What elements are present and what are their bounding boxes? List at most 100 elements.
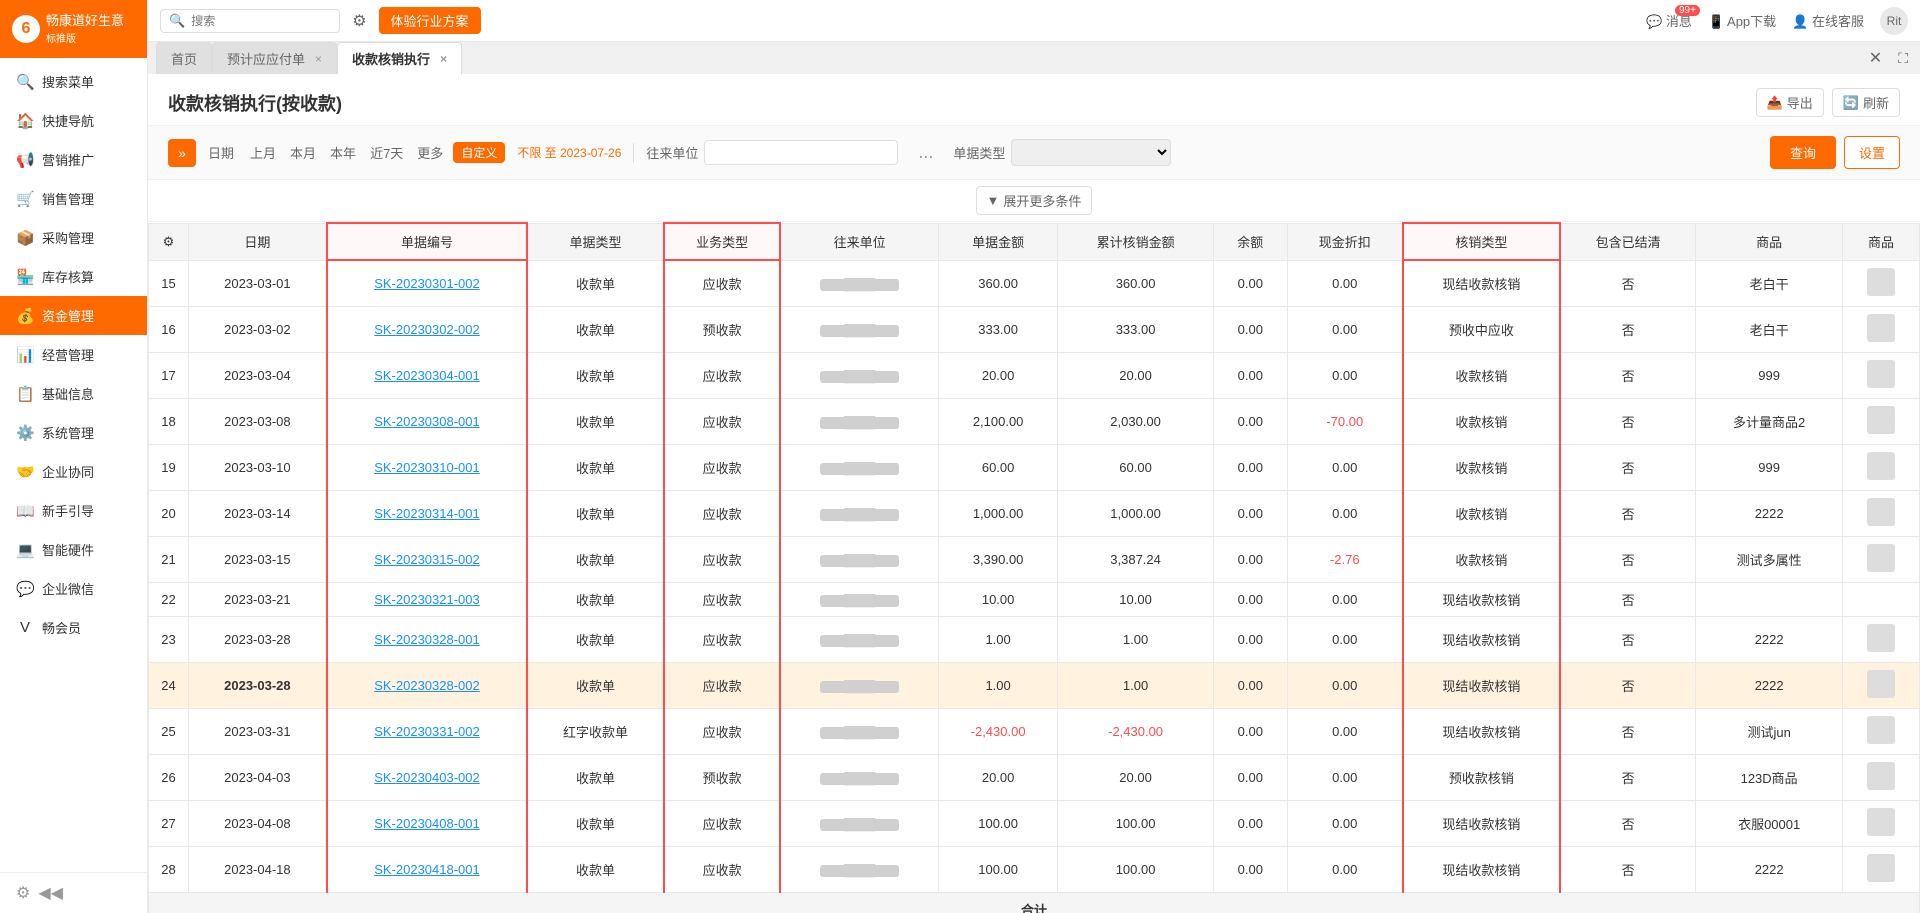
cell-doc-no[interactable]: SK-20230301-002	[327, 260, 527, 306]
cell-doc-no[interactable]: SK-20230331-002	[327, 708, 527, 754]
table-row[interactable]: 282023-04-18SK-20230418-001收款单应收款████100…	[149, 846, 1920, 892]
date-last-month[interactable]: 上月	[246, 141, 280, 164]
table-row[interactable]: 212023-03-15SK-20230315-002收款单应收款████3,3…	[149, 536, 1920, 582]
doc-no-link[interactable]: SK-20230331-002	[374, 724, 480, 739]
table-row[interactable]: 222023-03-21SK-20230321-003收款单应收款████10.…	[149, 582, 1920, 616]
filter-more-dots[interactable]: ...	[910, 142, 941, 163]
close-window-btn[interactable]: ✕	[1861, 48, 1890, 68]
sidebar-item-7[interactable]: 📊经营管理	[0, 335, 147, 374]
doc-no-link[interactable]: SK-20230328-002	[374, 678, 480, 693]
cell-doc-no[interactable]: SK-20230418-001	[327, 846, 527, 892]
expand-btn[interactable]: ▼ 展开更多条件	[976, 186, 1093, 215]
logo-icon: 6	[12, 15, 40, 43]
doc-no-link[interactable]: SK-20230315-002	[374, 552, 480, 567]
search-input[interactable]	[191, 14, 331, 28]
sidebar-item-4[interactable]: 📦采购管理	[0, 218, 147, 257]
doc-no-link[interactable]: SK-20230403-002	[374, 770, 480, 785]
tab-0[interactable]: 首页	[156, 42, 212, 74]
sidebar-item-1[interactable]: 🏠快捷导航	[0, 101, 147, 140]
tab-1[interactable]: 预计应应付单×	[212, 42, 337, 74]
topbar-search[interactable]: 🔍	[160, 9, 340, 33]
doc-no-link[interactable]: SK-20230302-002	[374, 322, 480, 337]
date-custom-btn[interactable]: 自定义	[453, 142, 505, 163]
sidebar-item-13[interactable]: 💬企业微信	[0, 569, 147, 608]
cell-doc-no[interactable]: SK-20230321-003	[327, 582, 527, 616]
app-download-btn[interactable]: 📱 App下载	[1708, 11, 1776, 30]
sidebar-item-11[interactable]: 📖新手引导	[0, 491, 147, 530]
cell-counterparty: ████	[780, 708, 938, 754]
sidebar-item-3[interactable]: 🛒销售管理	[0, 179, 147, 218]
cell-doc-no[interactable]: SK-20230308-001	[327, 398, 527, 444]
doc-no-link[interactable]: SK-20230314-001	[374, 506, 480, 521]
sidebar-item-12[interactable]: 💻智能硬件	[0, 530, 147, 569]
doc-no-link[interactable]: SK-20230321-003	[374, 592, 480, 607]
cell-doc-type: 收款单	[527, 754, 664, 800]
table-row[interactable]: 242023-03-28SK-20230328-002收款单应收款████1.0…	[149, 662, 1920, 708]
table-row[interactable]: 172023-03-04SK-20230304-001收款单应收款████20.…	[149, 352, 1920, 398]
sidebar-item-14[interactable]: V畅会员	[0, 608, 147, 647]
sidebar-item-9[interactable]: ⚙️系统管理	[0, 413, 147, 452]
date-this-month[interactable]: 本月	[286, 141, 320, 164]
tab-close-2[interactable]: ×	[440, 52, 447, 66]
table-row[interactable]: 262023-04-03SK-20230403-002收款单预收款████20.…	[149, 754, 1920, 800]
doc-no-link[interactable]: SK-20230308-001	[374, 414, 480, 429]
doc-no-link[interactable]: SK-20230408-001	[374, 816, 480, 831]
cell-doc-no[interactable]: SK-20230315-002	[327, 536, 527, 582]
cell-row-no: 21	[149, 536, 189, 582]
table-row[interactable]: 272023-04-08SK-20230408-001收款单应收款████100…	[149, 800, 1920, 846]
cell-doc-no[interactable]: SK-20230310-001	[327, 444, 527, 490]
sidebar-item-0[interactable]: 🔍搜索菜单	[0, 62, 147, 101]
table-settings-icon[interactable]: ⚙	[163, 234, 175, 249]
user-avatar[interactable]: Rit	[1880, 7, 1908, 35]
date-last-7days[interactable]: 近7天	[366, 141, 407, 164]
counterparty-input[interactable]	[704, 140, 898, 165]
industry-btn[interactable]: 体验行业方案	[379, 7, 481, 34]
table-row[interactable]: 152023-03-01SK-20230301-002收款单应收款████360…	[149, 260, 1920, 306]
filter-toggle-btn[interactable]: »	[168, 139, 196, 167]
gear-icon[interactable]: ⚙	[352, 11, 366, 31]
cell-doc-no[interactable]: SK-20230304-001	[327, 352, 527, 398]
cell-doc-no[interactable]: SK-20230328-002	[327, 662, 527, 708]
settings-bottom-icon[interactable]: ⚙	[16, 883, 30, 903]
col-header-settings[interactable]: ⚙	[149, 223, 189, 260]
cell-doc-no[interactable]: SK-20230314-001	[327, 490, 527, 536]
cell-include-settled: 否	[1560, 398, 1696, 444]
sidebar-item-5[interactable]: 🏪库存核算	[0, 257, 147, 296]
tab-close-1[interactable]: ×	[315, 52, 322, 66]
table-row[interactable]: 232023-03-28SK-20230328-001收款单应收款████1.0…	[149, 616, 1920, 662]
tab-2[interactable]: 收款核销执行×	[337, 42, 462, 75]
table-row[interactable]: 182023-03-08SK-20230308-001收款单应收款████2,1…	[149, 398, 1920, 444]
cell-balance: 0.00	[1213, 306, 1287, 352]
sidebar-item-8[interactable]: 📋基础信息	[0, 374, 147, 413]
online-service-btn[interactable]: 👤 在线客服	[1792, 11, 1864, 30]
date-more[interactable]: 更多	[413, 141, 447, 164]
setting-btn[interactable]: 设置	[1844, 136, 1900, 169]
query-btn[interactable]: 查询	[1770, 136, 1836, 169]
cell-doc-no[interactable]: SK-20230403-002	[327, 754, 527, 800]
cell-doc-no[interactable]: SK-20230408-001	[327, 800, 527, 846]
doc-type-select[interactable]	[1011, 139, 1171, 166]
notification-btn[interactable]: 💬 消息 99+	[1646, 11, 1692, 30]
refresh-btn[interactable]: 🔄 刷新	[1832, 88, 1900, 117]
cell-doc-type: 收款单	[527, 260, 664, 306]
table-row[interactable]: 192023-03-10SK-20230310-001收款单应收款████60.…	[149, 444, 1920, 490]
doc-no-link[interactable]: SK-20230310-001	[374, 460, 480, 475]
sidebar-item-2[interactable]: 📢营销推广	[0, 140, 147, 179]
collapse-icon[interactable]: ◀◀	[38, 883, 63, 903]
cell-doc-no[interactable]: SK-20230302-002	[327, 306, 527, 352]
maximize-btn[interactable]: ⛶	[1894, 50, 1912, 67]
sidebar-item-6[interactable]: 💰资金管理	[0, 296, 147, 335]
doc-no-link[interactable]: SK-20230328-001	[374, 632, 480, 647]
sidebar-item-10[interactable]: 🤝企业协同	[0, 452, 147, 491]
doc-no-link[interactable]: SK-20230304-001	[374, 368, 480, 383]
doc-no-link[interactable]: SK-20230301-002	[374, 276, 480, 291]
doc-no-link[interactable]: SK-20230418-001	[374, 862, 480, 877]
table-row[interactable]: 252023-03-31SK-20230331-002红字收款单应收款████-…	[149, 708, 1920, 754]
cell-goods: 老白干	[1696, 260, 1843, 306]
cell-counterparty: ████	[780, 846, 938, 892]
export-btn[interactable]: 📤 导出	[1756, 88, 1824, 117]
cell-doc-no[interactable]: SK-20230328-001	[327, 616, 527, 662]
table-row[interactable]: 202023-03-14SK-20230314-001收款单应收款████1,0…	[149, 490, 1920, 536]
date-this-year[interactable]: 本年	[326, 141, 360, 164]
table-row[interactable]: 162023-03-02SK-20230302-002收款单预收款████333…	[149, 306, 1920, 352]
